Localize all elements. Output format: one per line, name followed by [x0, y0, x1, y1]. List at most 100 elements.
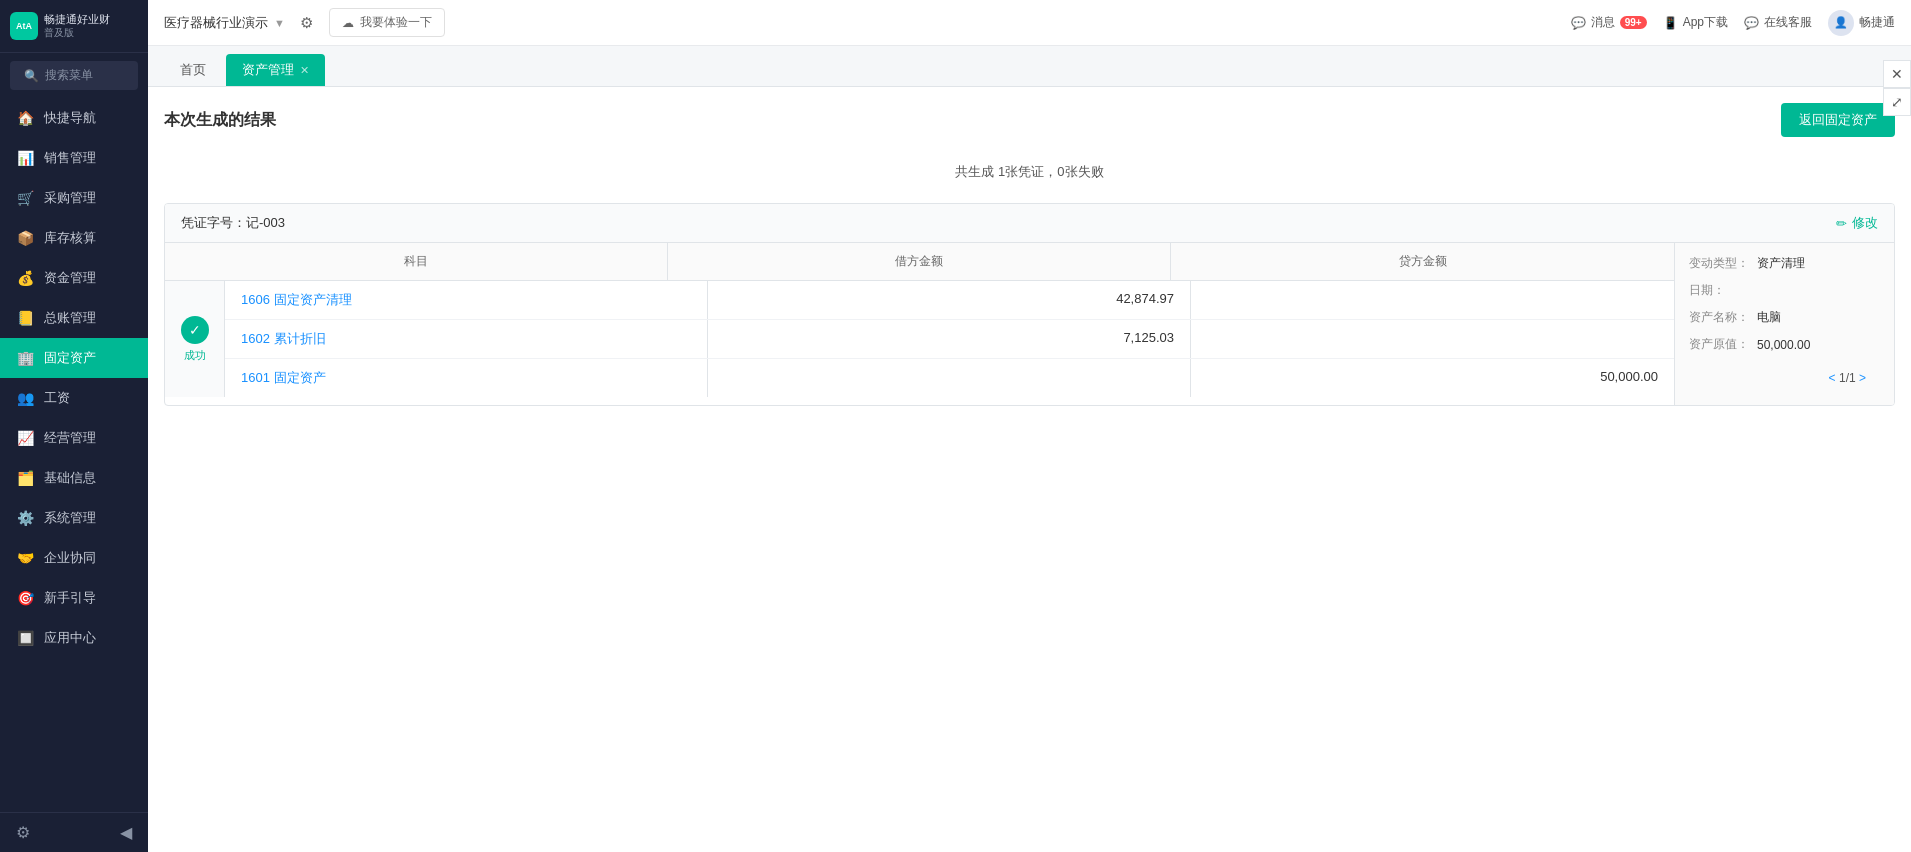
menu-label: 固定资产: [44, 349, 96, 367]
return-button[interactable]: 返回固定资产: [1781, 103, 1895, 137]
close-panel-button[interactable]: ✕: [1883, 60, 1911, 88]
purchase-icon: 🛒: [16, 189, 34, 207]
phone-icon: 📱: [1663, 16, 1678, 30]
sidebar-item-purchase[interactable]: 🛒 采购管理: [0, 178, 148, 218]
tab-asset-label: 资产管理: [242, 61, 294, 79]
sidebar-item-app-center[interactable]: 🔲 应用中心: [0, 618, 148, 658]
app-download-label: App下载: [1683, 14, 1728, 31]
menu-label: 库存核算: [44, 229, 96, 247]
edit-icon: ✏: [1836, 216, 1847, 231]
experience-label: 我要体验一下: [360, 14, 432, 31]
sidebar-item-enterprise[interactable]: 🤝 企业协同: [0, 538, 148, 578]
logo-icon: AtA: [10, 12, 38, 40]
sidebar-item-basic-info[interactable]: 🗂️ 基础信息: [0, 458, 148, 498]
subject-link-1[interactable]: 1606 固定资产清理: [241, 292, 352, 307]
menu-label: 资金管理: [44, 269, 96, 287]
voucher-code: 凭证字号：记-003: [181, 214, 285, 232]
menu-label: 新手引导: [44, 589, 96, 607]
search-label: 搜索菜单: [45, 67, 93, 84]
sidebar-item-ledger[interactable]: 📒 总账管理: [0, 298, 148, 338]
original-value-value: 50,000.00: [1757, 338, 1810, 352]
next-page-button[interactable]: >: [1859, 371, 1866, 385]
topbar-right: 💬 消息 99+ 📱 App下载 💬 在线客服 👤 畅捷通: [1571, 10, 1895, 36]
prev-page-button[interactable]: <: [1829, 371, 1836, 385]
original-value-label: 资产原值：: [1689, 336, 1749, 353]
message-badge: 99+: [1620, 16, 1647, 29]
subject-link-3[interactable]: 1601 固定资产: [241, 370, 326, 385]
tab-asset-mgmt[interactable]: 资产管理 ✕: [226, 54, 325, 86]
message-label: 消息: [1591, 14, 1615, 31]
username-label: 畅捷通: [1859, 14, 1895, 31]
sidebar-item-guide[interactable]: 🎯 新手引导: [0, 578, 148, 618]
menu-label: 总账管理: [44, 309, 96, 327]
menu-label: 基础信息: [44, 469, 96, 487]
expand-panel-button[interactable]: ⤢: [1883, 88, 1911, 116]
change-type-label: 变动类型：: [1689, 255, 1749, 272]
voucher-header: 凭证字号：记-003 ✏ 修改: [165, 204, 1894, 243]
message-action[interactable]: 💬 消息 99+: [1571, 14, 1647, 31]
sidebar-item-quick-nav[interactable]: 🏠 快捷导航: [0, 98, 148, 138]
workspace-arrow-icon: ▼: [274, 17, 285, 29]
sidebar-item-inventory[interactable]: 📦 库存核算: [0, 218, 148, 258]
sidebar-item-fixed-assets[interactable]: 🏢 固定资产: [0, 338, 148, 378]
menu-label: 应用中心: [44, 629, 96, 647]
topbar: 医疗器械行业演示 ▼ ⚙ ☁ 我要体验一下 💬 消息 99+ 📱 App下载: [148, 0, 1911, 46]
sidebar-item-payroll[interactable]: 👥 工资: [0, 378, 148, 418]
cell-credit-2: [1191, 320, 1674, 358]
user-icon: 👤: [1834, 16, 1848, 29]
app-download-action[interactable]: 📱 App下载: [1663, 14, 1728, 31]
menu-label: 系统管理: [44, 509, 96, 527]
experience-button[interactable]: ☁ 我要体验一下: [329, 8, 445, 37]
operations-icon: 📈: [16, 429, 34, 447]
inventory-icon: 📦: [16, 229, 34, 247]
menu-label: 企业协同: [44, 549, 96, 567]
sidebar-item-finance[interactable]: 💰 资金管理: [0, 258, 148, 298]
sidebar-search[interactable]: 🔍 搜索菜单: [10, 61, 138, 90]
fixed-assets-icon: 🏢: [16, 349, 34, 367]
menu-label: 经营管理: [44, 429, 96, 447]
workspace-name: 医疗器械行业演示: [164, 14, 268, 32]
user-action[interactable]: 👤 畅捷通: [1828, 10, 1895, 36]
side-row-date: 日期：: [1689, 282, 1880, 299]
success-indicator: ✓ 成功: [165, 281, 225, 397]
menu-label: 工资: [44, 389, 70, 407]
logo-title: 畅捷通好业财: [44, 12, 110, 26]
tab-close-icon[interactable]: ✕: [300, 64, 309, 77]
summary-bar: 共生成 1张凭证，0张失败: [164, 153, 1895, 191]
col-subject: 科目: [165, 243, 668, 280]
message-icon: 💬: [1571, 16, 1586, 30]
summary-text: 共生成 1张凭证，0张失败: [955, 164, 1103, 179]
collapse-icon[interactable]: ◀: [120, 823, 132, 842]
sidebar-item-operations[interactable]: 📈 经营管理: [0, 418, 148, 458]
edit-button[interactable]: ✏ 修改: [1836, 214, 1878, 232]
page-content: 本次生成的结果 返回固定资产 共生成 1张凭证，0张失败 凭证字号：记-003 …: [148, 87, 1911, 852]
workspace-settings-button[interactable]: ⚙: [293, 9, 321, 37]
workspace-selector[interactable]: 医疗器械行业演示 ▼: [164, 14, 285, 32]
change-type-value: 资产清理: [1757, 255, 1805, 272]
finance-icon: 💰: [16, 269, 34, 287]
tabbar: 首页 资产管理 ✕: [148, 46, 1911, 87]
subject-link-2[interactable]: 1602 累计折旧: [241, 331, 326, 346]
sidebar-item-system[interactable]: ⚙️ 系统管理: [0, 498, 148, 538]
enterprise-icon: 🤝: [16, 549, 34, 567]
settings-bottom-icon[interactable]: ⚙: [16, 823, 30, 842]
table-header: 科目 借方金额 贷方金额: [165, 243, 1674, 281]
online-service-action[interactable]: 💬 在线客服: [1744, 14, 1812, 31]
asset-name-label: 资产名称：: [1689, 309, 1749, 326]
success-check-icon: ✓: [181, 316, 209, 344]
sidebar-item-sales[interactable]: 📊 销售管理: [0, 138, 148, 178]
gear-icon: ⚙: [300, 14, 313, 32]
sidebar: AtA 畅捷通好业财 普及版 🔍 搜索菜单 🏠 快捷导航 📊 销售管理 🛒 采购…: [0, 0, 148, 852]
side-row-asset-name: 资产名称： 电脑: [1689, 309, 1880, 326]
system-icon: ⚙️: [16, 509, 34, 527]
tab-home[interactable]: 首页: [164, 54, 222, 86]
sidebar-logo: AtA 畅捷通好业财 普及版: [0, 0, 148, 53]
col-debit: 借方金额: [668, 243, 1171, 280]
sales-icon: 📊: [16, 149, 34, 167]
logo-subtitle: 普及版: [44, 26, 110, 40]
search-icon: 🔍: [24, 69, 39, 83]
page-info: 1/1: [1839, 371, 1859, 385]
cell-subject-2: 1602 累计折旧: [225, 320, 708, 358]
cell-credit-1: [1191, 281, 1674, 319]
table-rows: 1606 固定资产清理 42,874.97 1602 累计折旧 7,125: [225, 281, 1674, 397]
